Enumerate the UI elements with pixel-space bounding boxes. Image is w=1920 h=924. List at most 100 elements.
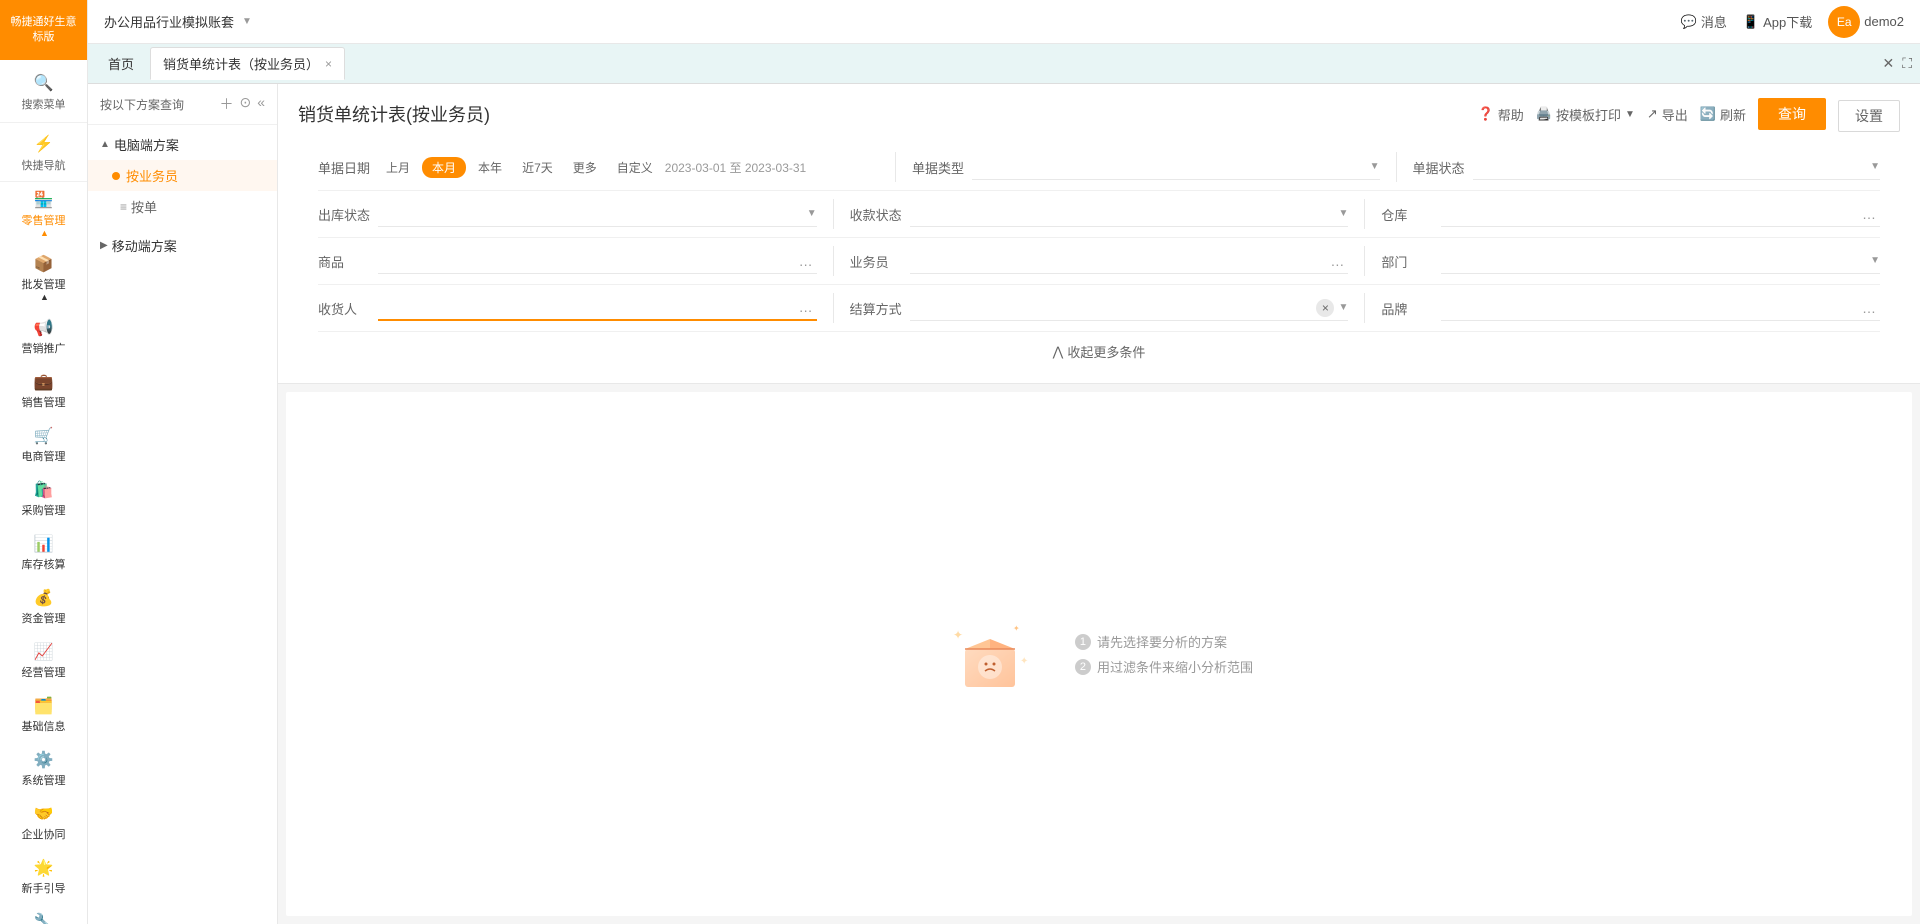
page-title-row: 销货单统计表(按业务员) ❓ 帮助 🖨️ 按模板打印 ▼ ↗ (298, 96, 1900, 132)
retail-label: 零售管理 (22, 212, 66, 228)
warehouse-label: 仓库 (1381, 205, 1433, 224)
consignee-label: 收货人 (318, 299, 370, 318)
triangle-right-icon: ▶ (100, 240, 108, 251)
header-dropdown-arrow[interactable]: ▼ (242, 16, 252, 27)
sidebar-nav-section[interactable]: ⚡ 快捷导航 (0, 123, 87, 182)
divider-8 (1364, 293, 1365, 323)
brand-label: 品牌 (1381, 299, 1433, 318)
payment-field[interactable]: × ▼ (910, 295, 1349, 321)
plan-group-mobile-header[interactable]: ▶ 移动端方案 (88, 230, 277, 261)
filter-doc-status: 单据状态 ▼ (1413, 154, 1881, 180)
payment-clear-btn[interactable]: × (1316, 299, 1334, 317)
date-last-month-btn[interactable]: 上月 (378, 157, 418, 178)
template-print-label: 按模板打印 (1556, 105, 1621, 124)
sidebar-item-wholesale[interactable]: 📦 批发管理 ▲ (0, 246, 87, 310)
ecommerce-label: 电商管理 (22, 448, 66, 464)
tab-home-label: 首页 (108, 54, 134, 73)
sidebar-item-finance[interactable]: 💰 资金管理 (0, 580, 87, 634)
plan-item-by-salesman[interactable]: 按业务员 (88, 160, 277, 191)
user-menu[interactable]: Ea demo2 (1828, 6, 1904, 38)
plan-item-by-order[interactable]: ≡ 按单 (88, 191, 277, 222)
sidebar-item-retail[interactable]: 🏪 零售管理 ▲ (0, 182, 87, 246)
plan-item-salesman-label: 按业务员 (126, 166, 178, 185)
consignee-dots-btn[interactable]: … (795, 299, 817, 315)
tab-maximize-btn[interactable]: ⛶ (1902, 55, 1912, 72)
sidebar-item-enterprise[interactable]: 🤝 企业协同 (0, 796, 87, 850)
divider-5 (833, 246, 834, 276)
sidebar-item-ecommerce[interactable]: 🛒 电商管理 (0, 418, 87, 472)
doc-type-field[interactable]: ▼ (972, 154, 1379, 180)
empty-content: ✦ ✦ ✦ 1 请先选择要分析的方案 2 用过滤条件来缩小分析范围 (945, 609, 1253, 699)
payment-arrow-icon: ▼ (1338, 302, 1348, 313)
settings-btn[interactable]: 设置 (1838, 100, 1900, 132)
doc-status-arrow-icon: ▼ (1870, 161, 1880, 172)
tip2-num: 2 (1075, 659, 1091, 675)
date-7days-btn[interactable]: 近7天 (514, 157, 561, 178)
apps-icon: 🔧 (34, 912, 54, 924)
add-plan-btn[interactable]: ＋ (219, 94, 233, 114)
filter-doc-type: 单据类型 ▼ (912, 154, 1380, 180)
filter-row-4: 收货人 … 结算方式 × ▼ (318, 285, 1880, 332)
left-panel: 按以下方案查询 ＋ ⊙ « ▲ 电脑端方案 按业务员 ≡ 按单 (88, 84, 278, 924)
plan-group-desktop-header[interactable]: ▲ 电脑端方案 (88, 129, 277, 160)
top-header: 办公用品行业模拟账套 ▼ 💬 消息 📱 App下载 Ea demo2 (88, 0, 1920, 44)
template-print-btn[interactable]: 🖨️ 按模板打印 ▼ (1536, 105, 1635, 124)
sidebar-item-purchase[interactable]: 🛍️ 采购管理 (0, 472, 87, 526)
newbie-label: 新手引导 (22, 880, 66, 896)
divider-7 (833, 293, 834, 323)
brand-dots-btn[interactable]: … (1858, 300, 1880, 316)
refresh-btn[interactable]: 🔄 刷新 (1700, 105, 1746, 124)
salesman-field[interactable]: … (910, 248, 1349, 274)
date-custom-btn[interactable]: 自定义 (609, 157, 661, 178)
divider-1 (895, 152, 896, 182)
warehouse-dots-btn[interactable]: … (1858, 206, 1880, 222)
sidebar-search-section[interactable]: 🔍 搜索菜单 (0, 60, 87, 123)
content-area: 按以下方案查询 ＋ ⊙ « ▲ 电脑端方案 按业务员 ≡ 按单 (88, 84, 1920, 924)
sidebar-item-system[interactable]: ⚙️ 系统管理 (0, 742, 87, 796)
app-download-btn[interactable]: 📱 App下载 (1743, 12, 1812, 31)
sidebar-item-marketing[interactable]: 📢 营销推广 (0, 310, 87, 364)
divider-3 (833, 199, 834, 229)
right-content: 销货单统计表(按业务员) ❓ 帮助 🖨️ 按模板打印 ▼ ↗ (278, 84, 1920, 924)
warehouse-field[interactable]: … (1441, 201, 1880, 227)
goods-dots-btn[interactable]: … (795, 253, 817, 269)
doc-status-label: 单据状态 (1413, 158, 1465, 177)
sidebar-item-operation[interactable]: 📈 经营管理 (0, 634, 87, 688)
sidebar-item-newbie[interactable]: 🌟 新手引导 (0, 850, 87, 904)
empty-tips: 1 请先选择要分析的方案 2 用过滤条件来缩小分析范围 (1075, 632, 1253, 676)
sidebar-item-apps[interactable]: 🔧 应用中心 (0, 904, 87, 924)
tab-close-window-btn[interactable]: ✕ (1882, 55, 1894, 72)
filter-pay-status: 收款状态 ▼ (850, 201, 1349, 227)
collapse-panel-btn[interactable]: « (257, 94, 265, 114)
print-dropdown-icon: ▼ (1625, 109, 1635, 120)
help-btn[interactable]: ❓ 帮助 (1478, 105, 1524, 124)
svg-text:✦: ✦ (953, 628, 963, 642)
sidebar-item-inventory[interactable]: 📊 库存核算 (0, 526, 87, 580)
logo-text: 畅捷通好生意 (11, 15, 77, 30)
tab-close-btn[interactable]: × (325, 57, 332, 71)
sidebar-item-sales[interactable]: 💼 销售管理 (0, 364, 87, 418)
date-this-year-btn[interactable]: 本年 (470, 157, 510, 178)
pay-status-field[interactable]: ▼ (910, 201, 1349, 227)
logo-subtitle: 标版 (33, 30, 55, 45)
query-btn[interactable]: 查询 (1758, 98, 1826, 130)
left-panel-actions: ＋ ⊙ « (219, 94, 265, 114)
goods-field[interactable]: … (378, 248, 817, 274)
export-btn[interactable]: ↗ 导出 (1647, 105, 1688, 124)
tab-report[interactable]: 销货单统计表（按业务员） × (150, 47, 345, 80)
message-label: 消息 (1701, 12, 1727, 31)
collapse-btn[interactable]: ⋀ 收起更多条件 (1047, 336, 1152, 367)
out-status-field[interactable]: ▼ (378, 201, 817, 227)
edit-plan-btn[interactable]: ⊙ (239, 94, 251, 114)
salesman-dots-btn[interactable]: … (1326, 253, 1348, 269)
doc-status-field[interactable]: ▼ (1473, 154, 1880, 180)
dept-field[interactable]: ▼ (1441, 248, 1880, 274)
header-title: 办公用品行业模拟账套 (104, 12, 234, 31)
brand-field[interactable]: … (1441, 295, 1880, 321)
message-btn[interactable]: 💬 消息 (1681, 12, 1727, 31)
date-more-btn[interactable]: 更多 (565, 157, 605, 178)
sidebar-item-basic[interactable]: 🗂️ 基础信息 (0, 688, 87, 742)
consignee-field[interactable]: … (378, 295, 817, 321)
date-this-month-btn[interactable]: 本月 (422, 157, 466, 178)
tab-home[interactable]: 首页 (96, 48, 146, 79)
